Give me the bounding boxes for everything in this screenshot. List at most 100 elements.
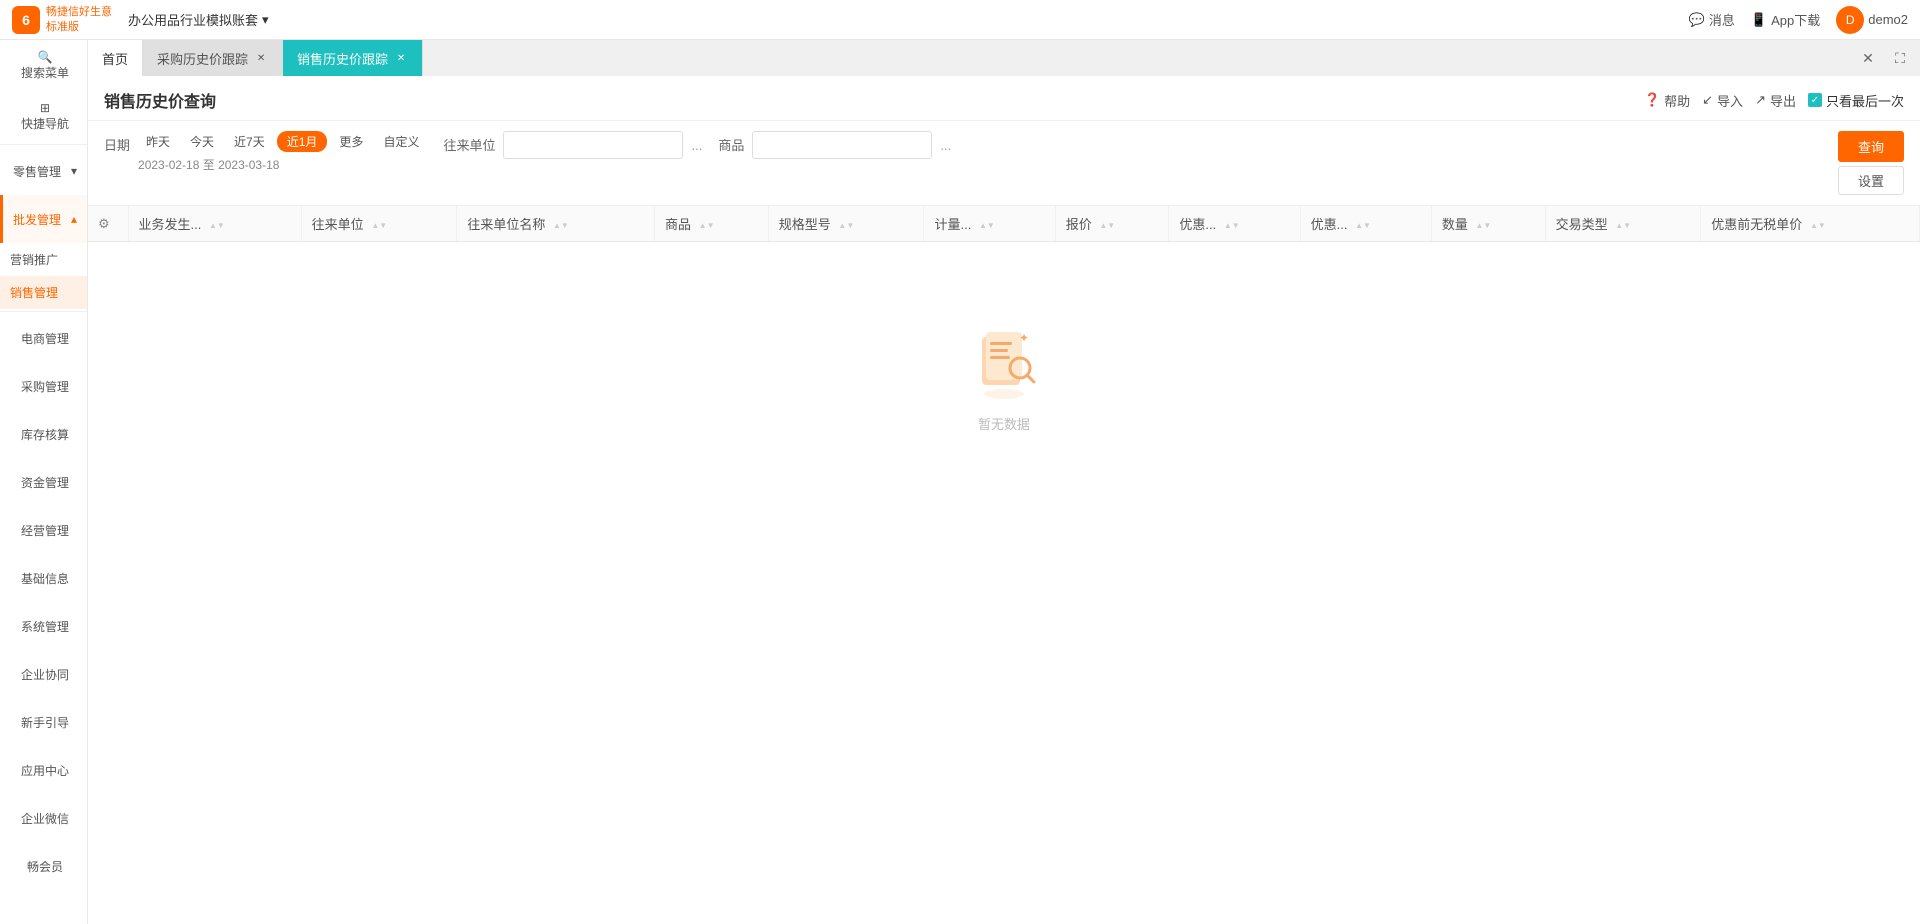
empty-state: ✦ 暂无数据	[88, 242, 1920, 513]
counterpart-dots[interactable]: ...	[691, 138, 702, 153]
sort-trade-type: ▲▼	[1615, 221, 1631, 230]
date-btn-yesterday[interactable]: 昨天	[138, 131, 178, 152]
th-counterpart-name[interactable]: 往来单位名称 ▲▼	[457, 206, 655, 242]
tab-close-button[interactable]: ✕	[1856, 46, 1880, 70]
date-filter-content: 昨天 今天 近7天 近1月 更多 自定义 2023-02-18 至 2023-0…	[138, 131, 427, 173]
filter-settings-button[interactable]: 设置	[1838, 166, 1904, 195]
sidebar-sub-sales[interactable]: 销售管理	[0, 276, 87, 309]
counterpart-input[interactable]	[503, 131, 683, 159]
goods-input-group: ...	[752, 131, 951, 159]
top-bar: 6 畅捷信好生意 标准版 办公用品行业模拟账套 ▾ 💬 消息 📱 App下载 D…	[0, 0, 1920, 40]
date-btn-more[interactable]: 更多	[331, 131, 371, 152]
tab-purchase-history-close[interactable]: ✕	[254, 51, 268, 65]
sidebar-divider-2	[0, 311, 87, 312]
sidebar-item-search[interactable]: 🔍 搜索菜单	[0, 40, 87, 91]
th-discount2[interactable]: 优惠... ▲▼	[1300, 206, 1431, 242]
sort-biz-date: ▲▼	[209, 221, 225, 230]
only-last-checkbox[interactable]: ✓	[1808, 93, 1822, 107]
sort-goods: ▲▼	[699, 221, 715, 230]
sidebar-item-wholesale[interactable]: 批发管理 ▴	[0, 195, 87, 243]
sidebar-divider-1	[0, 144, 87, 145]
th-pretax-price[interactable]: 优惠前无税单价 ▲▼	[1701, 206, 1920, 242]
sort-quote: ▲▼	[1099, 221, 1115, 230]
goods-input[interactable]	[752, 131, 932, 159]
sidebar-item-ecommerce[interactable]: 电商管理	[0, 314, 87, 362]
user-menu[interactable]: D demo2	[1836, 6, 1908, 34]
sidebar: 🔍 搜索菜单 ⊞ 快捷导航 零售管理 ▾ 批发管理 ▴ 营销推广 销售管理 电商…	[0, 40, 88, 924]
sort-qty: ▲▼	[1476, 221, 1492, 230]
svg-text:✦: ✦	[1019, 331, 1029, 345]
sidebar-item-apps[interactable]: 应用中心	[0, 746, 87, 794]
th-quote[interactable]: 报价 ▲▼	[1055, 206, 1169, 242]
th-qty[interactable]: 数量 ▲▼	[1431, 206, 1545, 242]
tab-maximize-button[interactable]: ⛶	[1888, 46, 1912, 70]
counterpart-filter-label: 往来单位	[443, 135, 495, 154]
page-header: 销售历史价查询 ❓ 帮助 ↙ 导入 ↗ 导出 ✓	[88, 76, 1920, 121]
data-table: ⚙ 业务发生... ▲▼ 往来单位 ▲▼ 往来单位名称	[88, 206, 1920, 242]
search-icon: 🔍	[38, 50, 53, 64]
date-buttons: 昨天 今天 近7天 近1月 更多 自定义	[138, 131, 427, 152]
filter-right-actions: 查询 设置	[1838, 131, 1904, 195]
tab-sales-history[interactable]: 销售历史价跟踪 ✕	[283, 40, 423, 76]
sidebar-item-member[interactable]: 畅会员	[0, 842, 87, 890]
only-last-checkbox-label[interactable]: ✓ 只看最后一次	[1808, 91, 1904, 110]
export-icon: ↗	[1755, 92, 1766, 108]
th-spec[interactable]: 规格型号 ▲▼	[768, 206, 924, 242]
th-goods[interactable]: 商品 ▲▼	[655, 206, 769, 242]
help-button[interactable]: ❓ 帮助	[1644, 91, 1690, 110]
tab-sales-history-close[interactable]: ✕	[394, 51, 408, 65]
date-btn-last7[interactable]: 近7天	[226, 131, 273, 152]
app-selector[interactable]: 办公用品行业模拟账套 ▾	[120, 6, 277, 33]
table-wrapper: ⚙ 业务发生... ▲▼ 往来单位 ▲▼ 往来单位名称	[88, 206, 1920, 513]
goods-filter-group: 商品 ...	[718, 131, 951, 159]
tab-actions: ✕ ⛶	[1856, 46, 1920, 70]
sidebar-item-wechat[interactable]: 企业微信	[0, 794, 87, 842]
tab-home[interactable]: 首页	[88, 40, 143, 76]
search-button[interactable]: 查询	[1838, 131, 1904, 162]
table-settings-icon[interactable]: ⚙	[98, 216, 110, 231]
th-counterpart-code[interactable]: 往来单位 ▲▼	[301, 206, 457, 242]
sidebar-item-inventory[interactable]: 库存核算	[0, 410, 87, 458]
page-title: 销售历史价查询	[104, 88, 216, 112]
sidebar-item-basic[interactable]: 基础信息	[0, 554, 87, 602]
export-button[interactable]: ↗ 导出	[1755, 91, 1796, 110]
message-button[interactable]: 💬 消息	[1689, 10, 1735, 29]
content-area: 首页 采购历史价跟踪 ✕ 销售历史价跟踪 ✕ ✕ ⛶ 销售历史价查询	[88, 40, 1920, 924]
counterpart-input-group: ...	[503, 131, 702, 159]
avatar: D	[1836, 6, 1864, 34]
th-unit[interactable]: 计量... ▲▼	[924, 206, 1055, 242]
th-trade-type[interactable]: 交易类型 ▲▼	[1545, 206, 1701, 242]
counterpart-filter-group: 往来单位 ...	[443, 131, 702, 159]
table-header: ⚙ 业务发生... ▲▼ 往来单位 ▲▼ 往来单位名称	[88, 206, 1920, 242]
sidebar-item-retail[interactable]: 零售管理 ▾	[0, 147, 87, 195]
sidebar-item-system[interactable]: 系统管理	[0, 602, 87, 650]
tab-purchase-history[interactable]: 采购历史价跟踪 ✕	[143, 40, 283, 76]
sidebar-item-operations[interactable]: 经营管理	[0, 506, 87, 554]
grid-icon: ⊞	[40, 101, 50, 115]
date-btn-today[interactable]: 今天	[182, 131, 222, 152]
sort-discount1: ▲▼	[1224, 221, 1240, 230]
sidebar-item-guide[interactable]: 新手引导	[0, 698, 87, 746]
th-biz-date[interactable]: 业务发生... ▲▼	[128, 206, 301, 242]
sort-spec: ▲▼	[838, 221, 854, 230]
goods-dots[interactable]: ...	[940, 138, 951, 153]
message-icon: 💬	[1689, 12, 1705, 28]
empty-text: 暂无数据	[978, 414, 1030, 433]
logo-area: 6 畅捷信好生意 标准版	[12, 5, 112, 34]
sidebar-sub-marketing[interactable]: 营销推广	[0, 243, 87, 276]
th-settings[interactable]: ⚙	[88, 206, 128, 242]
chevron-down-icon-retail: ▾	[71, 164, 77, 178]
date-btn-last1m[interactable]: 近1月	[277, 131, 328, 152]
page-header-actions: ❓ 帮助 ↙ 导入 ↗ 导出 ✓ 只看最后一次	[1644, 91, 1904, 110]
sidebar-item-enterprise[interactable]: 企业协同	[0, 650, 87, 698]
app-download-button[interactable]: 📱 App下载	[1751, 10, 1820, 29]
sort-discount2: ▲▼	[1355, 221, 1371, 230]
date-btn-custom[interactable]: 自定义	[375, 131, 427, 152]
sidebar-item-finance[interactable]: 资金管理	[0, 458, 87, 506]
filter-bar: 日期 昨天 今天 近7天 近1月 更多 自定义 2023-02-18 至 202…	[88, 121, 1920, 206]
download-icon: 📱	[1751, 12, 1767, 28]
sidebar-item-purchase[interactable]: 采购管理	[0, 362, 87, 410]
th-discount1[interactable]: 优惠... ▲▼	[1169, 206, 1300, 242]
import-button[interactable]: ↙ 导入	[1702, 91, 1743, 110]
sidebar-item-quick-nav[interactable]: ⊞ 快捷导航	[0, 91, 87, 142]
